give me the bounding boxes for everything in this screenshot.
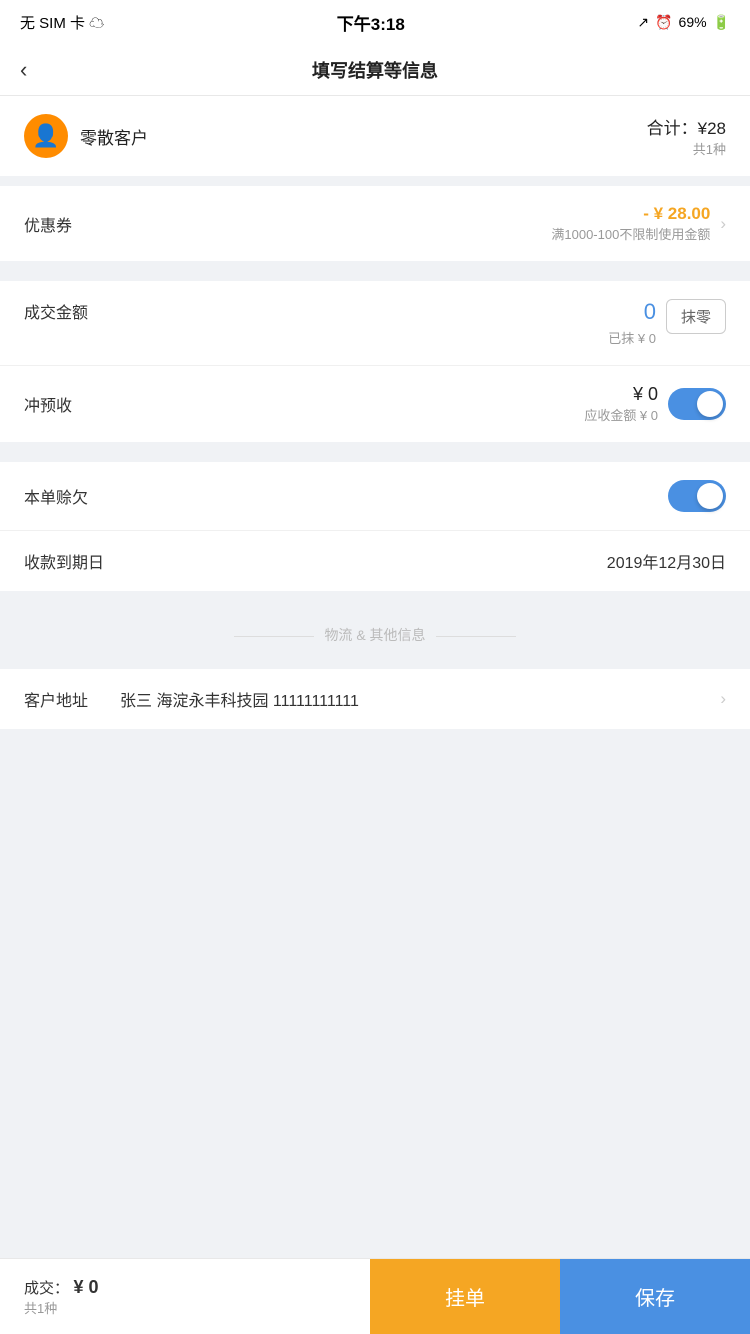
prepaid-sub: 应收金额 ¥ 0 [584, 405, 658, 424]
toggle-thumb [697, 391, 723, 417]
customer-row: 👤 零散客户 合计：¥28 共1种 [0, 96, 750, 176]
hang-button[interactable]: 挂单 [370, 1259, 560, 1334]
coupon-value-wrap: - ¥ 28.00 满1000-100不限制使用金额 [551, 204, 710, 243]
status-right: ↗ ⏰ 69% 🔋 [637, 14, 730, 31]
bottom-left: 成交： ¥ 0 共1种 [0, 1277, 370, 1317]
logistics-divider: 物流 & 其他信息 [0, 611, 750, 659]
debt-section: 本单赊欠 收款到期日 2019年12月30日 [0, 462, 750, 591]
deal-label: 成交金额 [24, 299, 104, 323]
customer-right: 合计：¥28 共1种 [647, 114, 726, 158]
coupon-right: - ¥ 28.00 满1000-100不限制使用金额 › [551, 204, 726, 243]
logistics-label: 物流 & 其他信息 [224, 627, 525, 643]
gap3 [0, 601, 750, 611]
address-value: 张三 海淀永丰科技园 11111111111 [104, 687, 720, 711]
prepaid-label: 冲预收 [24, 392, 104, 416]
debt-row: 本单赊欠 [0, 462, 750, 530]
avatar: 👤 [24, 114, 68, 158]
due-date-label: 收款到期日 [24, 549, 104, 573]
address-label: 客户地址 [24, 687, 104, 711]
total-count: 共1种 [647, 139, 726, 158]
alarm-icon: ⏰ [655, 14, 672, 31]
battery-text: 69% [679, 14, 707, 30]
due-date-value: 2019年12月30日 [607, 549, 726, 573]
coupon-row[interactable]: 优惠券 - ¥ 28.00 满1000-100不限制使用金额 › [0, 186, 750, 261]
location-icon: ↗ [637, 14, 649, 31]
save-button[interactable]: 保存 [560, 1259, 750, 1334]
avatar-icon: 👤 [32, 123, 59, 149]
deal-row: 成交金额 0 已抹 ¥ 0 抹零 [0, 281, 750, 365]
back-button[interactable]: ‹ [20, 49, 35, 91]
content: 👤 零散客户 合计：¥28 共1种 优惠券 - ¥ 28.00 满1000-10… [0, 96, 750, 829]
deal-value-wrap: 0 已抹 ¥ 0 [608, 299, 656, 347]
deal-section: 成交金额 0 已抹 ¥ 0 抹零 冲预收 ¥ 0 应收金额 ¥ 0 [0, 281, 750, 442]
coupon-value: - ¥ 28.00 [551, 204, 710, 224]
coupon-note: 满1000-100不限制使用金额 [551, 224, 710, 243]
gap2 [0, 452, 750, 462]
status-time: 下午3:18 [337, 10, 405, 35]
debt-toggle-thumb [697, 483, 723, 509]
toggle-track [668, 388, 726, 420]
address-section: 客户地址 张三 海淀永丰科技园 11111111111 › [0, 669, 750, 729]
total-label: 合计：¥28 [647, 114, 726, 139]
prepaid-toggle[interactable] [668, 388, 726, 420]
bottom-deal-value: ¥ 0 [73, 1277, 98, 1297]
address-chevron-icon: › [720, 689, 726, 709]
deal-right: 0 已抹 ¥ 0 抹零 [608, 299, 726, 347]
debt-right [668, 480, 726, 512]
nav-title: 填写结算等信息 [312, 57, 438, 83]
debt-toggle[interactable] [668, 480, 726, 512]
status-left: 无 SIM 卡 ☁ [20, 12, 104, 33]
prepaid-right: ¥ 0 应收金额 ¥ 0 [584, 384, 726, 424]
bottom-count: 共1种 [24, 1298, 346, 1317]
coupon-section: 优惠券 - ¥ 28.00 满1000-100不限制使用金额 › [0, 186, 750, 261]
due-date-row: 收款到期日 2019年12月30日 [0, 530, 750, 591]
no-sim-text: 无 SIM 卡 ☁ [20, 12, 104, 33]
bottom-deal-label: 成交： [24, 1280, 69, 1297]
debt-label: 本单赊欠 [24, 484, 104, 508]
customer-left: 👤 零散客户 [24, 114, 148, 158]
battery-icon: 🔋 [713, 14, 730, 31]
deal-sub: 已抹 ¥ 0 [608, 328, 656, 347]
prepaid-value: ¥ 0 [584, 384, 658, 405]
debt-toggle-track [668, 480, 726, 512]
status-bar: 无 SIM 卡 ☁ 下午3:18 ↗ ⏰ 69% 🔋 [0, 0, 750, 44]
customer-name: 零散客户 [80, 124, 148, 149]
bottom-deal-row: 成交： ¥ 0 [24, 1277, 346, 1298]
gap1 [0, 271, 750, 281]
customer-section: 👤 零散客户 合计：¥28 共1种 [0, 96, 750, 176]
coupon-label: 优惠券 [24, 212, 104, 236]
address-row[interactable]: 客户地址 张三 海淀永丰科技园 11111111111 › [0, 669, 750, 729]
deal-value: 0 [608, 299, 656, 325]
bottom-bar: 成交： ¥ 0 共1种 挂单 保存 [0, 1258, 750, 1334]
gap4 [0, 659, 750, 669]
prepaid-row: 冲预收 ¥ 0 应收金额 ¥ 0 [0, 365, 750, 442]
round-zero-button[interactable]: 抹零 [666, 299, 726, 334]
nav-bar: ‹ 填写结算等信息 [0, 44, 750, 96]
prepaid-value-wrap: ¥ 0 应收金额 ¥ 0 [584, 384, 658, 424]
chevron-icon: › [720, 214, 726, 234]
